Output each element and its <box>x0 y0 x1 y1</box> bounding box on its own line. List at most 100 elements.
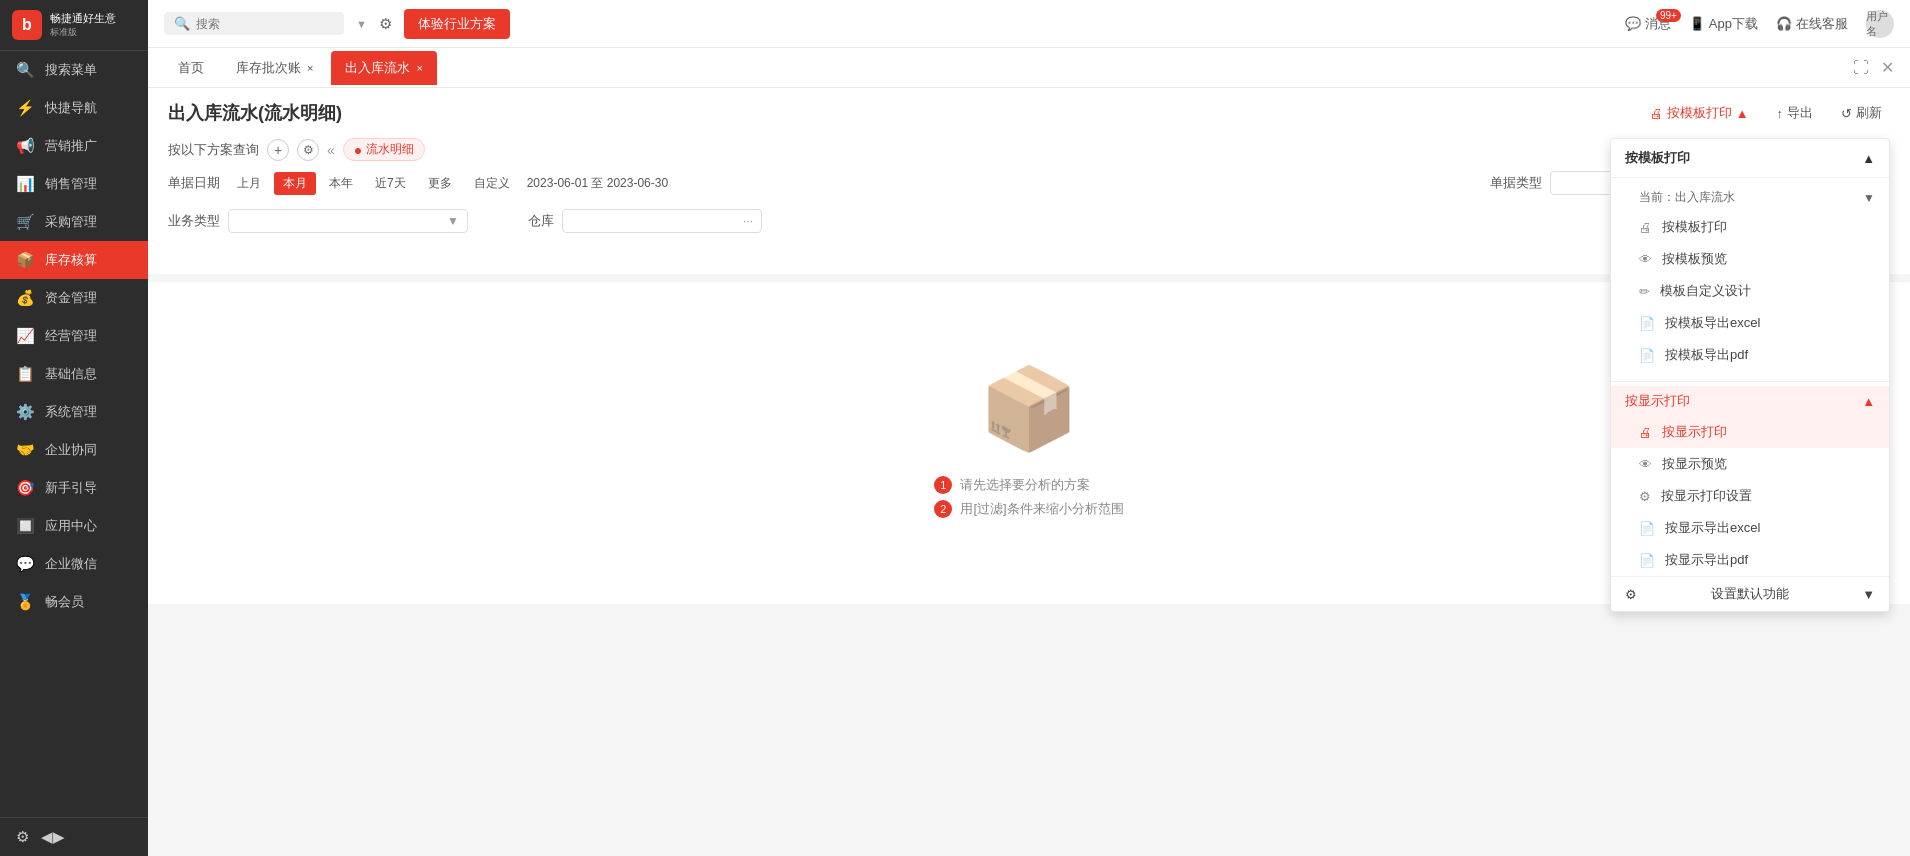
display-preview-item[interactable]: 👁 按显示预览 <box>1611 448 1889 480</box>
tab-inventory-flow[interactable]: 出入库流水 × <box>331 51 436 85</box>
app-download-button[interactable]: 📱 App下载 <box>1689 15 1758 33</box>
dropdown-header: 按模板打印 ▲ <box>1611 139 1889 178</box>
topbar-search-input[interactable] <box>196 17 316 31</box>
display-print-settings-item[interactable]: ⚙ 按显示打印设置 <box>1611 480 1889 512</box>
display-print-item[interactable]: 🖨 按显示打印 <box>1611 416 1889 448</box>
filter-add-button[interactable]: + <box>267 139 289 161</box>
template-print-item[interactable]: 🖨 按模板打印 <box>1611 211 1889 243</box>
sidebar-bottom[interactable]: ⚙ ◀▶ <box>0 817 148 856</box>
sidebar-item-operations[interactable]: 📈 经营管理 <box>0 317 148 355</box>
dropdown-default-setting[interactable]: ⚙ 设置默认功能 ▼ <box>1611 576 1889 611</box>
sidebar-item-wechat[interactable]: 💬 企业微信 <box>0 545 148 583</box>
industry-solution-button[interactable]: 体验行业方案 <box>404 9 510 39</box>
template-custom-item[interactable]: ✏ 模板自定义设计 <box>1611 275 1889 307</box>
date-btn-this-year[interactable]: 本年 <box>320 172 362 195</box>
sidebar-item-cooperation[interactable]: 🤝 企业协同 <box>0 431 148 469</box>
display-preview-label: 按显示预览 <box>1662 455 1727 473</box>
date-btn-last-month[interactable]: 上月 <box>228 172 270 195</box>
display-print-section-label: 按显示打印 <box>1625 392 1690 410</box>
print-template-button[interactable]: 🖨 按模板打印 ▲ <box>1642 100 1757 126</box>
warehouse-select[interactable]: ··· <box>562 209 762 233</box>
sales-icon: 📊 <box>16 175 35 193</box>
current-template-label[interactable]: 当前：出入库流水 ▼ <box>1611 184 1889 211</box>
sidebar-toggle-icon[interactable]: ◀▶ <box>41 828 65 846</box>
sidebar-item-label: 营销推广 <box>45 137 97 155</box>
display-excel-item[interactable]: 📄 按显示导出excel <box>1611 512 1889 544</box>
dropdown-divider <box>1611 381 1889 382</box>
tabs-bar: 首页 库存批次账 × 出入库流水 × ⛶ ✕ <box>148 48 1910 88</box>
template-pdf-item[interactable]: 📄 按模板导出pdf <box>1611 339 1889 371</box>
operations-icon: 📈 <box>16 327 35 345</box>
sidebar-item-purchase[interactable]: 🛒 采购管理 <box>0 203 148 241</box>
doc-type-label: 单据类型 <box>1490 174 1542 192</box>
app-download-label: App下载 <box>1709 15 1758 33</box>
refresh-icon: ↺ <box>1841 106 1852 121</box>
sidebar-item-guide[interactable]: 🎯 新手引导 <box>0 469 148 507</box>
dropdown-collapse-icon[interactable]: ▲ <box>1862 151 1875 166</box>
sidebar-settings-icon[interactable]: ⚙ <box>16 828 29 846</box>
default-setting-icon: ⚙ <box>1625 587 1637 602</box>
sidebar-item-membership[interactable]: 🏅 畅会员 <box>0 583 148 621</box>
tab-batch-account-label: 库存批次账 <box>236 59 301 77</box>
date-btn-7days[interactable]: 近7天 <box>366 172 415 195</box>
tab-inventory-flow-close-icon[interactable]: × <box>416 62 422 74</box>
dropdown-title: 按模板打印 <box>1625 149 1690 167</box>
sidebar-item-system[interactable]: ⚙️ 系统管理 <box>0 393 148 431</box>
date-btn-custom[interactable]: 自定义 <box>465 172 519 195</box>
tab-batch-account[interactable]: 库存批次账 × <box>222 51 327 85</box>
sidebar-item-label: 采购管理 <box>45 213 97 231</box>
sidebar-item-inventory[interactable]: 📦 库存核算 <box>0 241 148 279</box>
warehouse-label: 仓库 <box>528 212 554 230</box>
display-print-section-header[interactable]: 按显示打印 ▲ <box>1611 386 1889 416</box>
sidebar-item-app-center[interactable]: 🔲 应用中心 <box>0 507 148 545</box>
biz-type-input[interactable]: ▼ <box>228 209 468 233</box>
empty-steps: 1 请先选择要分析的方案 2 用[过滤]条件来缩小分析范围 <box>934 476 1123 524</box>
display-pdf-label: 按显示导出pdf <box>1665 551 1748 569</box>
user-name: 用户名 <box>1866 9 1894 39</box>
customer-service-button[interactable]: 🎧 在线客服 <box>1776 15 1848 33</box>
sidebar-item-marketing[interactable]: 📢 营销推广 <box>0 127 148 165</box>
filter-group-date: 单据日期 上月 本月 本年 近7天 更多 自定义 2023-06-01 至 20… <box>168 172 668 195</box>
filter-chip-label: 流水明细 <box>366 141 414 158</box>
filter-settings-button[interactable]: ⚙ <box>297 139 319 161</box>
topbar-search-box[interactable]: 🔍 <box>164 12 344 35</box>
message-button[interactable]: 💬 消息 99+ <box>1625 15 1671 33</box>
current-template-text: 当前：出入库流水 <box>1639 189 1735 206</box>
display-pdf-item[interactable]: 📄 按显示导出pdf <box>1611 544 1889 576</box>
sidebar-item-finance[interactable]: 💰 资金管理 <box>0 279 148 317</box>
refresh-button[interactable]: ↺ 刷新 <box>1833 100 1890 126</box>
step-2-text: 用[过滤]条件来缩小分析范围 <box>960 500 1123 518</box>
date-btn-this-month[interactable]: 本月 <box>274 172 316 195</box>
topbar-gear-icon[interactable]: ⚙ <box>379 15 392 33</box>
template-excel-item[interactable]: 📄 按模板导出excel <box>1611 307 1889 339</box>
tab-inventory-flow-label: 出入库流水 <box>345 59 410 77</box>
template-preview-item[interactable]: 👁 按模板预览 <box>1611 243 1889 275</box>
print-dropdown-arrow[interactable]: ▲ <box>1736 106 1749 121</box>
page-header: 出入库流水(流水明细) 🖨 按模板打印 ▲ ↑ 导出 ↺ 刷新 <box>148 88 1910 126</box>
filter-collapse-icon[interactable]: « <box>327 142 335 158</box>
date-btn-more[interactable]: 更多 <box>419 172 461 195</box>
sidebar-item-quick-nav[interactable]: ⚡ 快捷导航 <box>0 89 148 127</box>
tabs-maximize-icon[interactable]: ⛶ <box>1853 59 1869 77</box>
template-section: 当前：出入库流水 ▼ 🖨 按模板打印 👁 按模板预览 ✏ 模板自定义设计 📄 <box>1611 178 1889 377</box>
filter-chip[interactable]: ● 流水明细 <box>343 138 425 161</box>
sidebar-item-sales[interactable]: 📊 销售管理 <box>0 165 148 203</box>
date-buttons: 上月 本月 本年 近7天 更多 自定义 <box>228 172 519 195</box>
topbar-chevron-icon[interactable]: ▼ <box>356 18 367 30</box>
tabs-close-all-icon[interactable]: ✕ <box>1881 58 1894 77</box>
user-avatar[interactable]: 用户名 <box>1866 10 1894 38</box>
display-pdf-icon: 📄 <box>1639 553 1655 568</box>
template-pdf-label: 按模板导出pdf <box>1665 346 1748 364</box>
sidebar-item-basic-info[interactable]: 📋 基础信息 <box>0 355 148 393</box>
app-center-icon: 🔲 <box>16 517 35 535</box>
sidebar-item-label: 企业微信 <box>45 555 97 573</box>
template-excel-label: 按模板导出excel <box>1665 314 1760 332</box>
filter-group-biz-type: 业务类型 ▼ <box>168 209 468 233</box>
sidebar-item-label: 销售管理 <box>45 175 97 193</box>
message-icon: 💬 <box>1625 16 1641 31</box>
tab-batch-account-close-icon[interactable]: × <box>307 62 313 74</box>
export-button[interactable]: ↑ 导出 <box>1769 100 1822 126</box>
sidebar-item-search[interactable]: 🔍 搜索菜单 <box>0 51 148 89</box>
tab-home[interactable]: 首页 <box>164 51 218 85</box>
display-settings-label: 按显示打印设置 <box>1661 487 1752 505</box>
